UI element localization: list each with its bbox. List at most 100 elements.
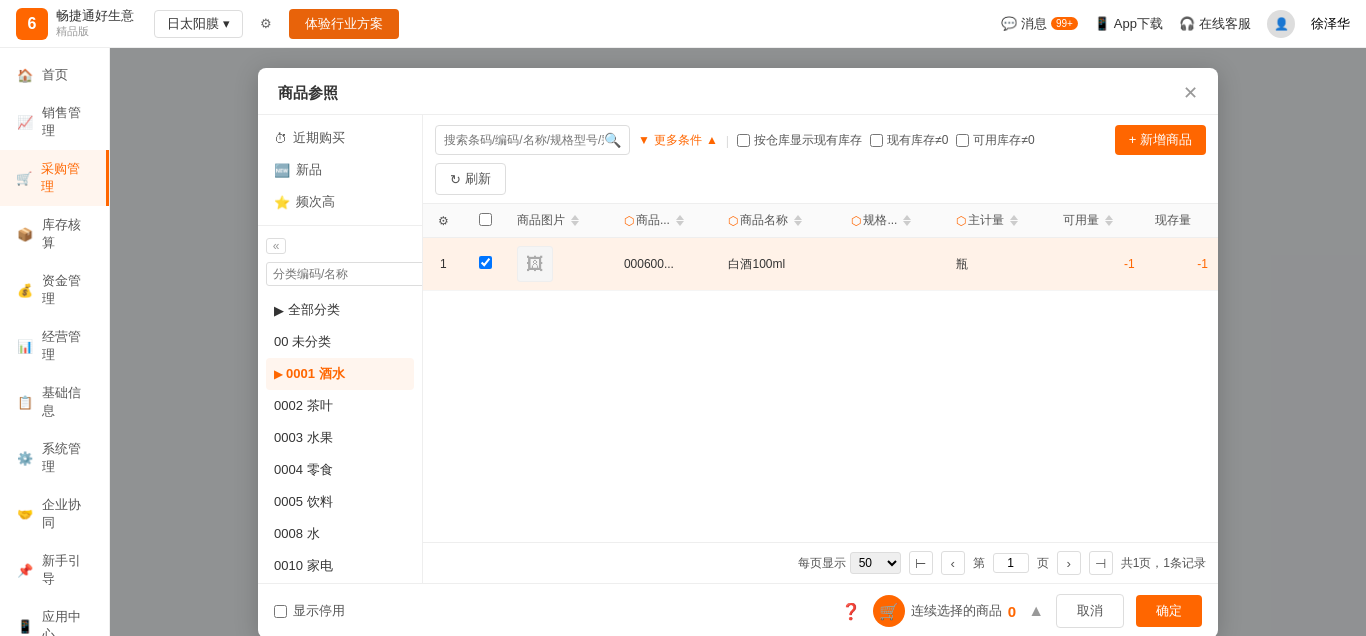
sort-available-arrows[interactable]: [1105, 215, 1113, 226]
category-item-uncategorized[interactable]: 00 未分类: [266, 326, 414, 358]
quick-filter-recent[interactable]: ⏱ 近期购买: [266, 123, 414, 153]
sidebar-item-guide[interactable]: 📌 新手引导: [0, 542, 109, 598]
category-item-appliance[interactable]: 0010 家电: [266, 550, 414, 582]
product-search-box: 🔍: [435, 125, 630, 155]
phone-icon: 📱: [1094, 16, 1110, 31]
sort-image-icon[interactable]: [571, 215, 579, 226]
online-service-nav-item[interactable]: 🎧 在线客服: [1179, 15, 1251, 33]
cancel-button[interactable]: 取消: [1056, 594, 1124, 628]
quick-filter-frequent[interactable]: ⭐ 频次高: [266, 187, 414, 217]
table-row[interactable]: 1 🖼 000600... 白酒100ml: [423, 238, 1218, 291]
sort-name-arrows[interactable]: [794, 215, 802, 226]
cart-icon[interactable]: 🛒: [873, 595, 905, 627]
category-item-drink[interactable]: 0005 饮料: [266, 486, 414, 518]
apps-icon: 📱: [16, 617, 34, 635]
row-image: 🖼: [507, 238, 614, 291]
page-size-dropdown[interactable]: 50 10 20 100: [850, 552, 901, 574]
row-available: -1: [1053, 238, 1145, 291]
sidebar-item-home[interactable]: 🏠 首页: [0, 56, 109, 94]
confirm-button[interactable]: 确定: [1136, 595, 1202, 627]
refresh-button[interactable]: ↻ 刷新: [435, 163, 506, 195]
sidebar-item-purchase[interactable]: 🛒 采购管理: [0, 150, 109, 206]
divider: |: [726, 133, 729, 148]
row-unit: 瓶: [946, 238, 1053, 291]
page-number-input[interactable]: [993, 553, 1029, 573]
product-search-input[interactable]: [444, 133, 604, 147]
more-filters-button[interactable]: ▼ 更多条件 ▲: [638, 132, 718, 149]
new-icon: 🆕: [274, 163, 290, 178]
col-available: 可用量: [1053, 204, 1145, 238]
prev-page-button[interactable]: ‹: [941, 551, 965, 575]
sidebar-item-inventory[interactable]: 📦 库存核算: [0, 206, 109, 262]
guide-icon: 📌: [16, 561, 34, 579]
category-search-input[interactable]: [266, 262, 423, 286]
col-settings: ⚙: [423, 204, 464, 238]
category-item-water[interactable]: 0008 水: [266, 518, 414, 550]
logo-area: 6 畅捷通好生意 精品版: [16, 8, 134, 40]
trial-button[interactable]: 体验行业方案: [289, 9, 399, 39]
available-stock-checkbox[interactable]: 可用库存≠0: [956, 132, 1034, 149]
sidebar-item-apps[interactable]: 📱 应用中心: [0, 598, 109, 636]
next-page-button[interactable]: ›: [1057, 551, 1081, 575]
sidebar-item-enterprise[interactable]: 🤝 企业协同: [0, 486, 109, 542]
stock-by-warehouse-checkbox[interactable]: 按仓库显示现有库存: [737, 132, 862, 149]
headset-icon: 🎧: [1179, 16, 1195, 31]
col-code: ⬡ 商品...: [614, 204, 719, 238]
category-collapse-button[interactable]: «: [266, 238, 286, 254]
product-search-icon[interactable]: 🔍: [604, 132, 621, 148]
sort-code-arrows[interactable]: [676, 215, 684, 226]
row-spec: [841, 238, 946, 291]
message-icon: 💬: [1001, 16, 1017, 31]
sidebar-item-finance[interactable]: 💰 资金管理: [0, 262, 109, 318]
sidebar-item-system[interactable]: ⚙️ 系统管理: [0, 430, 109, 486]
dialog-title: 商品参照: [278, 84, 338, 103]
messages-nav-item[interactable]: 💬 消息 99+: [1001, 15, 1078, 33]
col-unit: ⬡ 主计量: [946, 204, 1053, 238]
settings-icon[interactable]: ⚙: [251, 9, 281, 39]
refresh-icon: ↻: [450, 172, 461, 187]
system-icon: ⚙️: [16, 449, 34, 467]
app-download-nav-item[interactable]: 📱 App下载: [1094, 15, 1163, 33]
category-item-tea[interactable]: 0002 茶叶: [266, 390, 414, 422]
product-reference-dialog: 商品参照 ✕ ⏱ 近期购买 🆕 新: [258, 68, 1218, 636]
col-checkbox: [464, 204, 507, 238]
show-disabled-checkbox[interactable]: 显示停用: [274, 602, 345, 620]
quick-filter-new[interactable]: 🆕 新品: [266, 155, 414, 185]
content-area: 商品参照 ✕ ⏱ 近期购买 🆕 新: [110, 48, 1366, 636]
table-settings-icon[interactable]: ⚙: [438, 214, 449, 228]
pagination-bar: 每页显示 50 10 20 100 ⊢ ‹ 第: [423, 542, 1218, 583]
message-badge: 99+: [1051, 17, 1078, 30]
sidebar-item-operations[interactable]: 📊 经营管理: [0, 318, 109, 374]
operations-icon: 📊: [16, 337, 34, 355]
sort-unit-arrows[interactable]: [1010, 215, 1018, 226]
sidebar-item-sales[interactable]: 📈 销售管理: [0, 94, 109, 150]
collapse-icon[interactable]: ▲: [1028, 602, 1044, 620]
select-all-checkbox[interactable]: [479, 213, 492, 226]
dialog-footer: 显示停用 ❓ 🛒 连续选择的商品 0 ▲ 取消 确定: [258, 583, 1218, 636]
purchase-icon: 🛒: [16, 169, 33, 187]
nav-right: 💬 消息 99+ 📱 App下载 🎧 在线客服 👤 徐泽华: [1001, 10, 1350, 38]
dialog-close-button[interactable]: ✕: [1183, 82, 1198, 104]
logo-sub: 精品版: [56, 24, 134, 39]
sidebar-item-basic-info[interactable]: 📋 基础信息: [0, 374, 109, 430]
sort-spec-arrows[interactable]: [903, 215, 911, 226]
page-label: 第: [973, 555, 985, 572]
col-name: ⬡ 商品名称: [718, 204, 841, 238]
dialog-header: 商品参照 ✕: [258, 68, 1218, 115]
category-item-fruit[interactable]: 0003 水果: [266, 422, 414, 454]
category-item-snack[interactable]: 0004 零食: [266, 454, 414, 486]
row-select-checkbox[interactable]: [479, 256, 492, 269]
category-item-all[interactable]: ▶ 全部分类: [266, 294, 414, 326]
last-page-button[interactable]: ⊣: [1089, 551, 1113, 575]
avatar[interactable]: 👤: [1267, 10, 1295, 38]
logo-text: 畅捷通好生意: [56, 8, 134, 24]
current-stock-checkbox[interactable]: 现有库存≠0: [870, 132, 948, 149]
star-icon: ⭐: [274, 195, 290, 210]
username: 徐泽华: [1311, 15, 1350, 33]
help-icon[interactable]: ❓: [841, 602, 861, 621]
store-selector[interactable]: 日太阳膜 ▾: [154, 10, 243, 38]
add-product-button[interactable]: + 新增商品: [1115, 125, 1206, 155]
first-page-button[interactable]: ⊢: [909, 551, 933, 575]
main-layout: 🏠 首页 📈 销售管理 🛒 采购管理 📦 库存核算 💰 资金管理 📊 经营管理 …: [0, 48, 1366, 636]
category-item-liquor[interactable]: ▶ 0001 酒水: [266, 358, 414, 390]
